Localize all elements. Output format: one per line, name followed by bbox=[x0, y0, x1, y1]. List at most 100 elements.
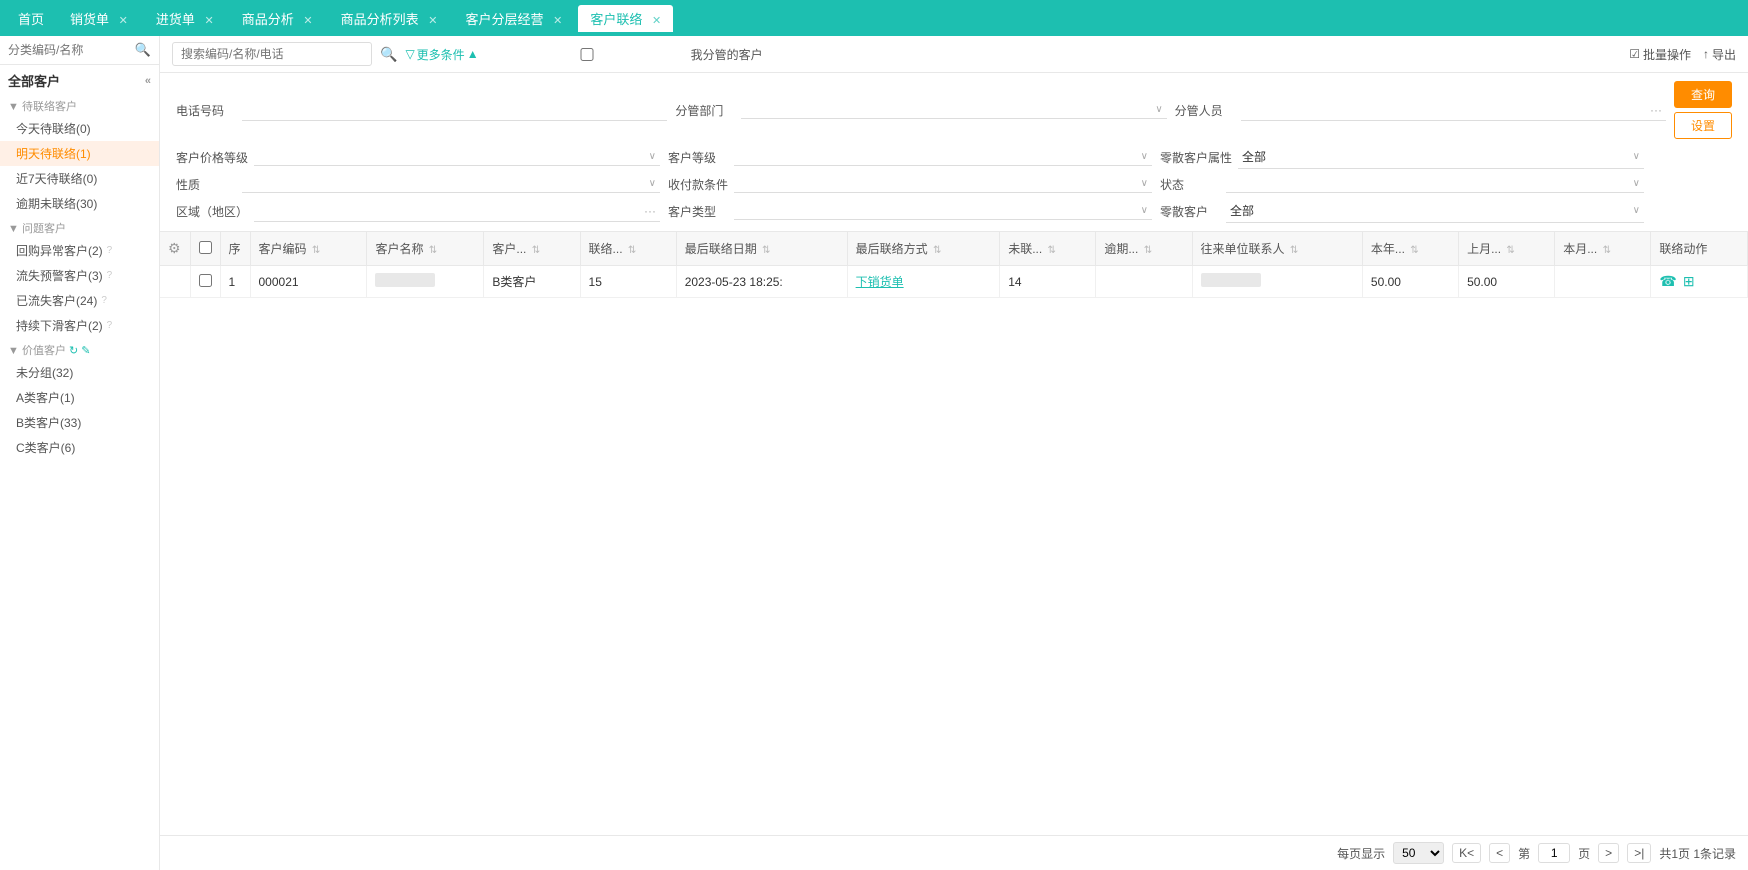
help-icon-1: ? bbox=[107, 245, 113, 256]
sort-name-icon[interactable]: ⇅ bbox=[429, 245, 437, 256]
sidebar-item-class-a[interactable]: A类客户(1) bbox=[0, 385, 159, 410]
next-page-btn[interactable]: > bbox=[1598, 843, 1619, 863]
price-level-chevron-icon: ∨ bbox=[649, 151, 656, 162]
last-page-btn[interactable]: >| bbox=[1627, 843, 1651, 863]
sort-code-icon[interactable]: ⇅ bbox=[312, 245, 320, 256]
tab-customer-contact[interactable]: 客户联络 ✕ bbox=[578, 5, 673, 32]
my-customers-check[interactable] bbox=[487, 48, 687, 61]
current-page-input[interactable] bbox=[1538, 843, 1570, 863]
col-name: 客户名称 ⇅ bbox=[367, 232, 484, 266]
edit-icon[interactable]: ✎ bbox=[81, 345, 90, 357]
sidebar-search-icon[interactable]: 🔍 bbox=[135, 42, 151, 58]
sort-last-month-icon[interactable]: ⇅ bbox=[1506, 245, 1514, 256]
filter-nature-select[interactable]: ∨ bbox=[242, 175, 660, 193]
filter-person-select[interactable]: ··· bbox=[1241, 100, 1666, 121]
query-button[interactable]: 查询 bbox=[1674, 81, 1732, 108]
sidebar: 🔍 全部客户 « ▼ 待联络客户 今天待联络(0) 明天待联络(1) 近7天待联… bbox=[0, 36, 160, 870]
sidebar-item-tomorrow[interactable]: 明天待联络(1) bbox=[0, 141, 159, 166]
close-customer-tier-tab[interactable]: ✕ bbox=[553, 15, 562, 27]
contact-action-icon[interactable]: ☎ bbox=[1659, 273, 1676, 290]
sort-contact-count-icon[interactable]: ⇅ bbox=[628, 245, 636, 256]
row-checkbox[interactable] bbox=[199, 274, 212, 287]
tab-sales[interactable]: 销货单 ✕ bbox=[58, 5, 140, 32]
sidebar-item-lost[interactable]: 已流失客户(24) ? bbox=[0, 288, 159, 313]
more-action-icon[interactable]: ⊞ bbox=[1683, 273, 1695, 290]
export-btn[interactable]: ↑ 导出 bbox=[1703, 46, 1736, 63]
filter-retail-attr-select[interactable]: 全部 ∨ bbox=[1238, 145, 1644, 169]
col-code: 客户编码 ⇅ bbox=[250, 232, 367, 266]
filter-panel: 电话号码 分管部门 ∨ 分管人员 ··· bbox=[160, 73, 1748, 232]
close-purchase-tab[interactable]: ✕ bbox=[205, 15, 214, 27]
tab-purchase[interactable]: 进货单 ✕ bbox=[144, 5, 226, 32]
sidebar-item-today[interactable]: 今天待联络(0) bbox=[0, 116, 159, 141]
all-customers-title[interactable]: 全部客户 « bbox=[0, 65, 159, 94]
more-filters-btn[interactable]: ▽ 更多条件 ▲ bbox=[405, 46, 478, 63]
filter-phone: 电话号码 bbox=[176, 100, 667, 121]
sort-last-method-icon[interactable]: ⇅ bbox=[933, 245, 941, 256]
sidebar-item-unclassified[interactable]: 未分组(32) bbox=[0, 360, 159, 385]
person-dots-icon: ··· bbox=[1650, 103, 1662, 117]
sort-this-month-icon[interactable]: ⇅ bbox=[1603, 245, 1611, 256]
sidebar-item-class-c[interactable]: C类客户(6) bbox=[0, 435, 159, 460]
sort-this-year-icon[interactable]: ⇅ bbox=[1410, 245, 1418, 256]
sort-overdue-icon[interactable]: ⇅ bbox=[1144, 245, 1152, 256]
sidebar-item-lost-risk[interactable]: 流失预警客户(3) ? bbox=[0, 263, 159, 288]
col-index: 序 bbox=[220, 232, 250, 266]
filter-customer-type-select[interactable]: ∨ bbox=[734, 202, 1152, 220]
settings-button[interactable]: 设置 bbox=[1674, 112, 1732, 139]
sort-last-date-icon[interactable]: ⇅ bbox=[762, 245, 770, 256]
row-last-month-cell: 50.00 bbox=[1459, 266, 1555, 298]
last-method-link[interactable]: 下销货单 bbox=[856, 275, 904, 289]
close-analysis-list-tab[interactable]: ✕ bbox=[428, 15, 437, 27]
filter-customer-level-select[interactable]: ∨ bbox=[734, 148, 1152, 166]
customers-table: ⚙ 序 客户编码 ⇅ 客户名称 ⇅ bbox=[160, 232, 1748, 298]
prev-page-btn[interactable]: < bbox=[1489, 843, 1510, 863]
per-page-select[interactable]: 20 50 100 bbox=[1393, 842, 1444, 864]
close-sales-tab[interactable]: ✕ bbox=[119, 15, 128, 27]
unit-contact-blurred bbox=[1201, 273, 1261, 287]
search-input[interactable] bbox=[172, 42, 372, 66]
close-customer-contact-tab[interactable]: ✕ bbox=[652, 15, 661, 27]
sidebar-group-value: ▼ 价值客户 ↻ ✎ bbox=[0, 338, 159, 360]
tab-analysis[interactable]: 商品分析 ✕ bbox=[230, 5, 325, 32]
per-page-label: 每页显示 bbox=[1337, 845, 1385, 862]
search-button[interactable]: 🔍 bbox=[380, 46, 397, 63]
sidebar-item-week[interactable]: 近7天待联络(0) bbox=[0, 166, 159, 191]
collapse-icon[interactable]: « bbox=[145, 75, 151, 87]
first-page-btn[interactable]: K< bbox=[1452, 843, 1481, 863]
tab-customer-tier[interactable]: 客户分层经营 ✕ bbox=[453, 5, 574, 32]
sort-unit-contact-icon[interactable]: ⇅ bbox=[1290, 245, 1298, 256]
batch-action-btn[interactable]: ☑ 批量操作 bbox=[1629, 46, 1691, 63]
filter-status-select[interactable]: ∨ bbox=[1226, 175, 1644, 193]
col-actions: 联络动作 bbox=[1651, 232, 1748, 266]
phone-input-field[interactable] bbox=[246, 103, 663, 117]
col-not-contacted: 未联... ⇅ bbox=[1000, 232, 1096, 266]
sidebar-item-repurchase-abnormal[interactable]: 回购异常客户(2) ? bbox=[0, 238, 159, 263]
filter-payment-select[interactable]: ∨ bbox=[734, 175, 1152, 193]
sort-ctype-icon[interactable]: ⇅ bbox=[532, 245, 540, 256]
col-gear: ⚙ bbox=[160, 232, 190, 266]
select-all-checkbox[interactable] bbox=[199, 241, 212, 254]
sidebar-item-class-b[interactable]: B类客户(33) bbox=[0, 410, 159, 435]
tab-analysis-list[interactable]: 商品分析列表 ✕ bbox=[329, 5, 450, 32]
col-this-year: 本年... ⇅ bbox=[1362, 232, 1458, 266]
close-analysis-tab[interactable]: ✕ bbox=[303, 15, 312, 27]
sidebar-item-continuous-decline[interactable]: 持续下滑客户(2) ? bbox=[0, 313, 159, 338]
row-not-contacted-cell: 14 bbox=[1000, 266, 1096, 298]
filter-region-select[interactable]: ··· bbox=[254, 201, 660, 222]
sidebar-search-input[interactable] bbox=[8, 43, 135, 57]
refresh-icon[interactable]: ↻ bbox=[69, 345, 78, 357]
filter-price-level: 客户价格等级 ∨ bbox=[176, 148, 660, 166]
home-tab[interactable]: 首页 bbox=[8, 5, 54, 32]
sort-not-contacted-icon[interactable]: ⇅ bbox=[1048, 245, 1056, 256]
filter-phone-input[interactable] bbox=[242, 100, 667, 121]
row-actions-cell: ☎ ⊞ bbox=[1651, 266, 1748, 298]
column-settings-icon[interactable]: ⚙ bbox=[168, 240, 181, 256]
sidebar-item-overdue[interactable]: 逾期未联络(30) bbox=[0, 191, 159, 216]
my-customers-checkbox[interactable]: 我分管的客户 bbox=[487, 46, 763, 63]
payment-chevron-icon: ∨ bbox=[1141, 178, 1148, 189]
filter-customer-level: 客户等级 ∨ bbox=[668, 148, 1152, 166]
filter-price-level-select[interactable]: ∨ bbox=[254, 148, 660, 166]
filter-dept-select[interactable]: ∨ bbox=[741, 101, 1166, 119]
filter-retail-customer-select[interactable]: 全部 ∨ bbox=[1226, 199, 1644, 223]
